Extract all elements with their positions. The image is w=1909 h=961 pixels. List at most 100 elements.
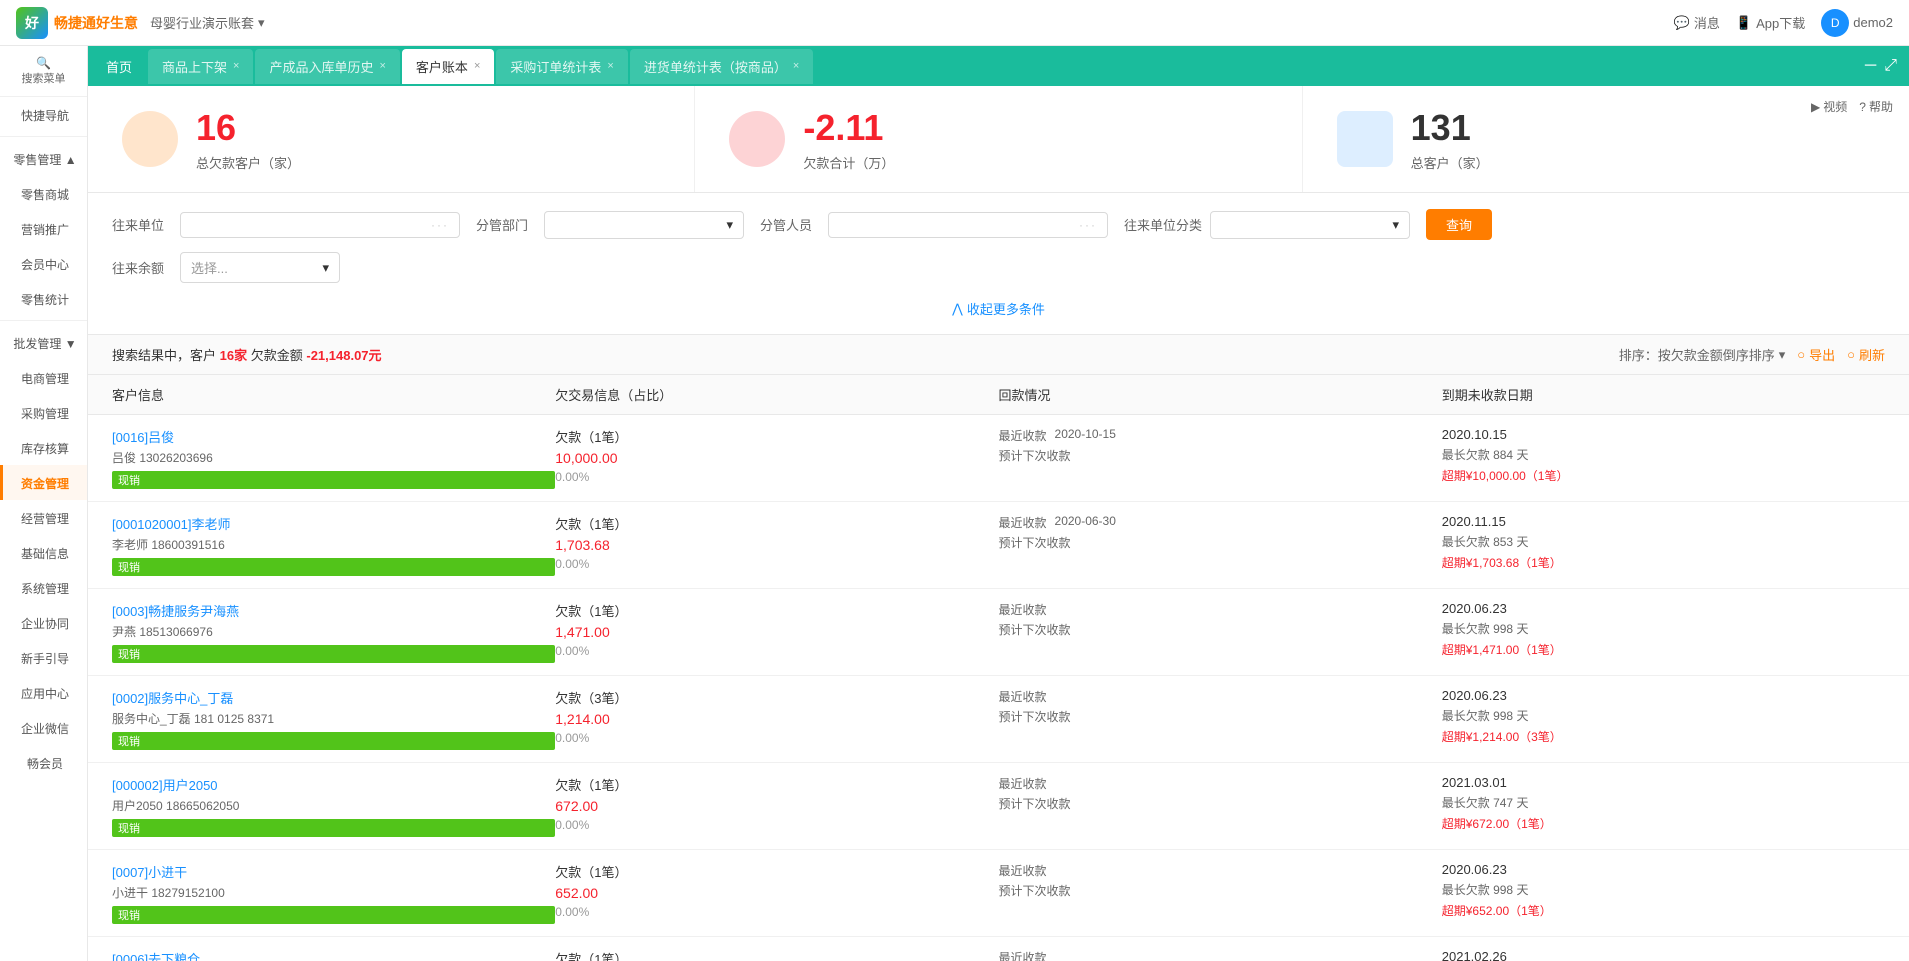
sidebar-item-retail-mgmt[interactable]: 零售管理 ▲	[0, 141, 87, 176]
debt-percent: 0.00%	[555, 818, 998, 832]
from-unit-input[interactable]: ···	[180, 212, 460, 238]
sidebar: 🔍 搜索菜单 快捷导航 零售管理 ▲ 零售商城 营销推广 会员中心 零售统计 批…	[0, 46, 88, 961]
logo-text: 畅捷通好生意	[54, 13, 138, 33]
store-selector[interactable]: 母婴行业演示账套 ▾	[150, 13, 265, 32]
sidebar-item-vip[interactable]: 畅会员	[0, 745, 87, 780]
overdue-info-cell: 2020.11.15 最长欠款 853 天 超期¥1,703.68（1笔）	[1442, 514, 1885, 571]
sidebar-item-system[interactable]: 系统管理	[0, 570, 87, 605]
next-payment-label: 预计下次收款	[999, 795, 1071, 812]
tab-home[interactable]: 首页	[92, 49, 146, 84]
overdue-date: 2020.10.15	[1442, 427, 1885, 442]
debt-amount: 1,214.00	[555, 711, 998, 727]
sidebar-item-app-center[interactable]: 应用中心	[0, 675, 87, 710]
balance-label: 往来余额	[112, 258, 172, 277]
sidebar-item-operation[interactable]: 经营管理	[0, 500, 87, 535]
debt-percent: 0.00%	[555, 470, 998, 484]
sidebar-item-basic[interactable]: 基础信息	[0, 535, 87, 570]
sidebar-item-batch-mgmt[interactable]: 批发管理 ▼	[0, 325, 87, 360]
overdue-amount-link[interactable]: 超期¥1,471.00（1笔）	[1442, 641, 1885, 658]
tab-customer-account[interactable]: 客户账本 ×	[402, 49, 494, 84]
tab-product-status[interactable]: 商品上下架 ×	[148, 49, 253, 84]
close-icon[interactable]: ×	[379, 60, 385, 72]
sidebar-item-member[interactable]: 会员中心	[0, 246, 87, 281]
sidebar-item-wechat[interactable]: 企业微信	[0, 710, 87, 745]
last-payment-label: 最近收款	[999, 862, 1047, 879]
export-icon: ○	[1797, 347, 1805, 362]
app-download-button[interactable]: 📱 App下载	[1736, 13, 1805, 32]
tab-import-stats[interactable]: 进货单统计表（按商品） ×	[630, 49, 813, 84]
results-info: 搜索结果中，客户 16家 欠款金额 -21,148.07元	[112, 345, 382, 364]
chevron-down-icon: ▾	[322, 260, 329, 276]
sidebar-item-inventory[interactable]: 库存核算	[0, 430, 87, 465]
sidebar-item-capital[interactable]: 资金管理	[0, 465, 87, 500]
sidebar-search[interactable]: 🔍 搜索菜单	[0, 46, 87, 97]
query-button[interactable]: 查询	[1426, 209, 1492, 240]
customer-name-link[interactable]: [0016]吕俊	[112, 427, 555, 446]
sidebar-item-purchase[interactable]: 采购管理	[0, 395, 87, 430]
customer-name-link[interactable]: [0001020001]李老师	[112, 514, 555, 533]
customer-name-link[interactable]: [0007]小进干	[112, 862, 555, 881]
filter-balance: 往来余额 选择... ▾	[112, 252, 340, 283]
export-button[interactable]: ○ 导出	[1797, 345, 1835, 364]
sidebar-item-quick-nav[interactable]: 快捷导航	[0, 97, 87, 132]
video-help-btn[interactable]: ▶ 视频	[1811, 98, 1847, 115]
person-input[interactable]: ···	[828, 212, 1108, 238]
overdue-amount-link[interactable]: 超期¥1,214.00（3笔）	[1442, 728, 1885, 745]
close-icon[interactable]: ×	[233, 60, 239, 72]
customer-info-cell: [0003]畅捷服务尹海燕 尹燕 18513066976 现销	[112, 601, 555, 663]
next-payment-row: 预计下次收款	[999, 795, 1442, 812]
close-icon[interactable]: ×	[474, 60, 480, 72]
overdue-days: 最长欠款 998 天	[1442, 620, 1885, 637]
payback-info-cell: 最近收款 2020-10-15 预计下次收款	[999, 427, 1442, 464]
unit-class-select[interactable]: ▾	[1210, 211, 1410, 239]
overdue-date: 2020.11.15	[1442, 514, 1885, 529]
message-button[interactable]: 💬 消息	[1674, 13, 1720, 32]
maximize-icon[interactable]: ⤢	[1884, 57, 1897, 75]
tab-purchase-stats[interactable]: 采购订单统计表 ×	[496, 49, 627, 84]
sidebar-item-enterprise[interactable]: 企业协同	[0, 605, 87, 640]
overdue-amount-link[interactable]: 超期¥672.00（1笔）	[1442, 815, 1885, 832]
sidebar-item-ecommerce[interactable]: 电商管理	[0, 360, 87, 395]
sidebar-item-retail-mall[interactable]: 零售商城	[0, 176, 87, 211]
person-label: 分管人员	[760, 215, 820, 234]
export-label: 导出	[1809, 345, 1835, 364]
sort-selector[interactable]: 排序：按欠款金额倒序排序 ▾	[1619, 345, 1786, 364]
filter-unit-class: 往来单位分类 ▾	[1124, 211, 1410, 239]
refresh-label: 刷新	[1859, 345, 1885, 364]
collapse-button[interactable]: ⋀ 收起更多条件	[952, 299, 1045, 318]
app-layout: 🔍 搜索菜单 快捷导航 零售管理 ▲ 零售商城 营销推广 会员中心 零售统计 批…	[0, 46, 1909, 961]
tab-bar-actions: ─ ⤢	[1865, 57, 1905, 75]
tab-product-history[interactable]: 产成品入库单历史 ×	[255, 49, 399, 84]
sidebar-item-retail-stats[interactable]: 零售统计	[0, 281, 87, 316]
customer-name-link[interactable]: [0006]去下粮仓	[112, 949, 555, 961]
customer-info-cell: [0001020001]李老师 李老师 18600391516 现销	[112, 514, 555, 576]
tab-purchase-stats-label: 采购订单统计表	[510, 57, 601, 76]
ellipsis-icon[interactable]: ···	[1079, 218, 1097, 232]
overdue-info-cell: 2020.06.23 最长欠款 998 天 超期¥1,471.00（1笔）	[1442, 601, 1885, 658]
next-payment-label: 预计下次收款	[999, 621, 1071, 638]
help-btn[interactable]: ? 帮助	[1859, 98, 1893, 115]
close-icon[interactable]: ×	[793, 60, 799, 72]
customer-name-link[interactable]: [000002]用户2050	[112, 775, 555, 794]
refresh-button[interactable]: ○ 刷新	[1847, 345, 1885, 364]
next-payment-label: 预计下次收款	[999, 882, 1071, 899]
sidebar-item-marketing[interactable]: 营销推广	[0, 211, 87, 246]
unit-class-label: 往来单位分类	[1124, 215, 1202, 234]
overdue-amount-link[interactable]: 超期¥652.00（1笔）	[1442, 902, 1885, 919]
overdue-days: 最长欠款 998 天	[1442, 881, 1885, 898]
customer-name-link[interactable]: [0002]服务中心_丁磊	[112, 688, 555, 707]
sidebar-item-newbie[interactable]: 新手引导	[0, 640, 87, 675]
customer-info-cell: [0006]去下粮仓 陈小希 现销	[112, 949, 555, 961]
close-icon[interactable]: ×	[607, 60, 613, 72]
overdue-amount-link[interactable]: 超期¥10,000.00（1笔）	[1442, 467, 1885, 484]
user-menu[interactable]: D demo2	[1821, 9, 1893, 37]
ellipsis-icon[interactable]: ···	[431, 218, 449, 232]
overdue-amount-link[interactable]: 超期¥1,703.68（1笔）	[1442, 554, 1885, 571]
overdue-date: 2020.06.23	[1442, 688, 1885, 703]
collapse-label: 收起更多条件	[967, 299, 1045, 318]
customer-phone: 服务中心_丁磊 181 0125 8371	[112, 710, 555, 727]
balance-select[interactable]: 选择... ▾	[180, 252, 340, 283]
dept-select[interactable]: ▾	[544, 211, 744, 239]
minimize-icon[interactable]: ─	[1865, 57, 1876, 75]
customer-name-link[interactable]: [0003]畅捷服务尹海燕	[112, 601, 555, 620]
